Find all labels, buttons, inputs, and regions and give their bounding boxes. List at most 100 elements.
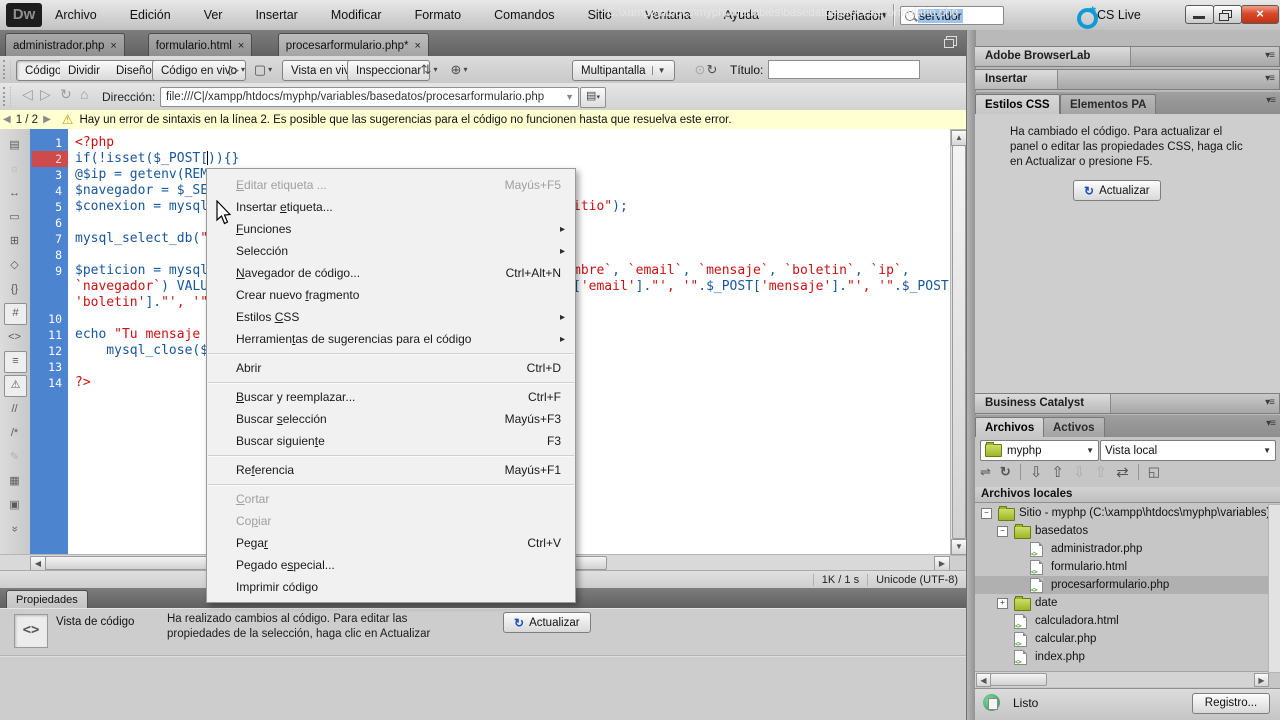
tree-item[interactable]: formulario.html [975, 558, 1268, 582]
syntax-error-alerts-icon[interactable]: ⚠ [4, 375, 27, 397]
menubar-item-insertar[interactable]: Insertar [252, 6, 300, 24]
menubar-item-formato[interactable]: Formato [412, 6, 465, 24]
tab-activos[interactable]: Activos [1043, 417, 1105, 438]
address-list-button[interactable]: ▤▾ [580, 87, 606, 108]
home-icon[interactable]: ⌂ [80, 86, 88, 102]
menu-item[interactable]: Referencia Mayús+F1 [207, 459, 575, 481]
forward-icon[interactable]: ▷ [40, 86, 51, 103]
view-select[interactable]: Vista local ▼ [1100, 440, 1276, 461]
tab-estilos-css[interactable]: Estilos CSS [975, 94, 1060, 115]
tab-close-icon[interactable]: × [415, 40, 421, 52]
menubar-item-modificar[interactable]: Modificar [328, 6, 385, 24]
refresh-icon[interactable]: ↻ [60, 86, 72, 103]
multiscreen-button[interactable]: Multipantalla ▼ [572, 60, 675, 81]
scroll-left-icon[interactable]: ◀ [30, 556, 46, 571]
scroll-down-icon[interactable]: ▼ [951, 539, 967, 555]
checkin-files-icon[interactable]: ⇧ [1095, 463, 1108, 481]
synchronize-icon[interactable]: ⇄ [1116, 463, 1129, 481]
panel-menu-icon[interactable]: ▾≡ [1266, 418, 1276, 429]
menu-item[interactable]: Buscar y reemplazar... Ctrl+F [207, 386, 575, 408]
minimize-button[interactable] [1185, 5, 1214, 24]
get-files-icon[interactable]: ⇩ [1030, 463, 1043, 481]
line-numbers-icon[interactable]: # [4, 303, 27, 325]
menubar-item-comandos[interactable]: Comandos [491, 6, 557, 24]
panel-menu-icon[interactable]: ▾≡ [1265, 397, 1275, 408]
collapse-toggle-icon[interactable]: − [981, 508, 992, 519]
menu-item[interactable]: Selección ▸ [207, 240, 575, 262]
tree-item[interactable]: calcular.php [975, 630, 1268, 654]
back-icon[interactable]: ◁ [22, 86, 33, 103]
edit-code-icon[interactable]: ✎ [4, 447, 25, 467]
log-button[interactable]: Registro... [1192, 693, 1270, 714]
menu-item[interactable]: Buscar siguiente F3 [207, 430, 575, 452]
move-css-icon[interactable]: ▣ [4, 495, 25, 515]
document-tab[interactable]: formulario.html × [147, 33, 253, 57]
update-button[interactable]: ↻ Actualizar [1073, 180, 1161, 201]
tree-item[interactable]: index.php [975, 648, 1268, 671]
expand-panel-icon[interactable]: ◱ [1148, 464, 1160, 480]
menubar-item-archivo[interactable]: Archivo [52, 6, 100, 24]
next-error-icon[interactable]: ▶ [43, 114, 51, 125]
panel-menu-icon[interactable]: ▾≡ [1266, 95, 1276, 106]
scrollbar-thumb[interactable] [990, 673, 1047, 686]
tree-item[interactable]: − Sitio - myphp (C:\xampp\htdocs\myphp\va… [975, 504, 1268, 522]
panel-menu-icon[interactable]: ▾≡ [1265, 73, 1275, 84]
check-browser-compat-icon[interactable]: ▢ ▾ [251, 60, 275, 79]
menu-item[interactable]: Funciones ▸ [207, 218, 575, 240]
expand-all-icon[interactable]: ⊞ [4, 231, 25, 251]
document-tab[interactable]: administrador.php × [5, 33, 125, 57]
scroll-right-icon[interactable]: ▶ [934, 556, 950, 571]
checkout-files-icon[interactable]: ⇩ [1073, 463, 1086, 481]
menu-item[interactable]: Insertar etiqueta... [207, 196, 575, 218]
document-tab[interactable]: procesarformulario.php* × [277, 33, 429, 57]
cascade-windows-icon[interactable] [944, 36, 957, 48]
menu-item[interactable]: Navegador de código... Ctrl+Alt+N [207, 262, 575, 284]
panel-menu-icon[interactable]: ▾≡ [1265, 50, 1275, 61]
tab-close-icon[interactable]: × [110, 40, 116, 52]
file-tree[interactable]: − Sitio - myphp (C:\xampp\htdocs\myphp\va… [975, 504, 1268, 671]
more-tools-icon[interactable]: » [5, 519, 25, 540]
tree-item[interactable]: procesarformulario.php [975, 576, 1268, 600]
select-parent-tag-icon[interactable]: ◇ [4, 255, 25, 275]
tree-vertical-scrollbar[interactable] [1268, 504, 1280, 673]
title-field-input[interactable] [768, 60, 920, 79]
address-input[interactable]: file:///C|/xampp/htdocs/myphp/variables/… [160, 87, 579, 107]
design-time-wheel-icon[interactable]: ☼ [4, 159, 25, 179]
refresh-design-icon[interactable]: ↻ [702, 60, 722, 79]
menu-item[interactable]: Pegar Ctrl+V [207, 532, 575, 554]
menu-item[interactable]: Crear nuevo fragmento [207, 284, 575, 306]
preview-in-browser-icon[interactable]: ⊕ ▾ [447, 60, 471, 79]
site-select[interactable]: myphp ▼ [980, 440, 1099, 461]
menu-item[interactable]: Pegado especial... [207, 554, 575, 576]
collapse-toggle-icon[interactable]: − [997, 526, 1008, 537]
tree-item[interactable]: administrador.php [975, 540, 1268, 564]
word-wrap-icon[interactable]: ≡ [4, 351, 27, 373]
menu-item[interactable]: Abrir Ctrl+D [207, 357, 575, 379]
tree-horizontal-scrollbar[interactable]: ◀ ▶ [975, 671, 1269, 687]
menubar-item-edición[interactable]: Edición [127, 6, 174, 24]
collapse-selection-icon[interactable]: ▭ [4, 207, 25, 227]
tree-item[interactable]: − basedatos [975, 522, 1268, 540]
panel-business-catalyst[interactable]: Business Catalyst ▾≡ [975, 393, 1280, 414]
scroll-left-icon[interactable]: ◀ [976, 673, 991, 687]
menu-item[interactable]: Herramientas de sugerencias para el códi… [207, 328, 575, 350]
tab-close-icon[interactable]: × [238, 40, 244, 52]
open-documents-icon[interactable]: ▤ [4, 135, 25, 155]
remove-comment-icon[interactable]: /* [4, 423, 25, 443]
scroll-right-icon[interactable]: ▶ [1254, 673, 1269, 687]
split-view-button[interactable]: Dividir [60, 60, 109, 81]
menu-item[interactable]: Estilos CSS ▸ [207, 306, 575, 328]
menu-item[interactable]: Buscar selección Mayús+F3 [207, 408, 575, 430]
file-transfer-icon[interactable]: ⇅ ▾ [417, 60, 441, 79]
highlight-invalid-code-icon[interactable]: <> [4, 327, 25, 347]
balance-braces-icon[interactable]: {} [4, 279, 25, 299]
tab-elementos-pa[interactable]: Elementos PA [1060, 94, 1157, 115]
live-view-options-icon[interactable]: ▷ ▾ [226, 60, 248, 79]
apply-comment-icon[interactable]: // [4, 399, 25, 419]
tree-item[interactable]: + date [975, 594, 1268, 612]
restore-button[interactable] [1213, 5, 1242, 24]
tree-item[interactable]: calculadora.html [975, 612, 1268, 636]
refresh-icon[interactable]: ↻ [1000, 464, 1011, 480]
recent-snippets-icon[interactable]: ▦ [4, 471, 25, 491]
scroll-up-icon[interactable]: ▲ [951, 130, 967, 146]
